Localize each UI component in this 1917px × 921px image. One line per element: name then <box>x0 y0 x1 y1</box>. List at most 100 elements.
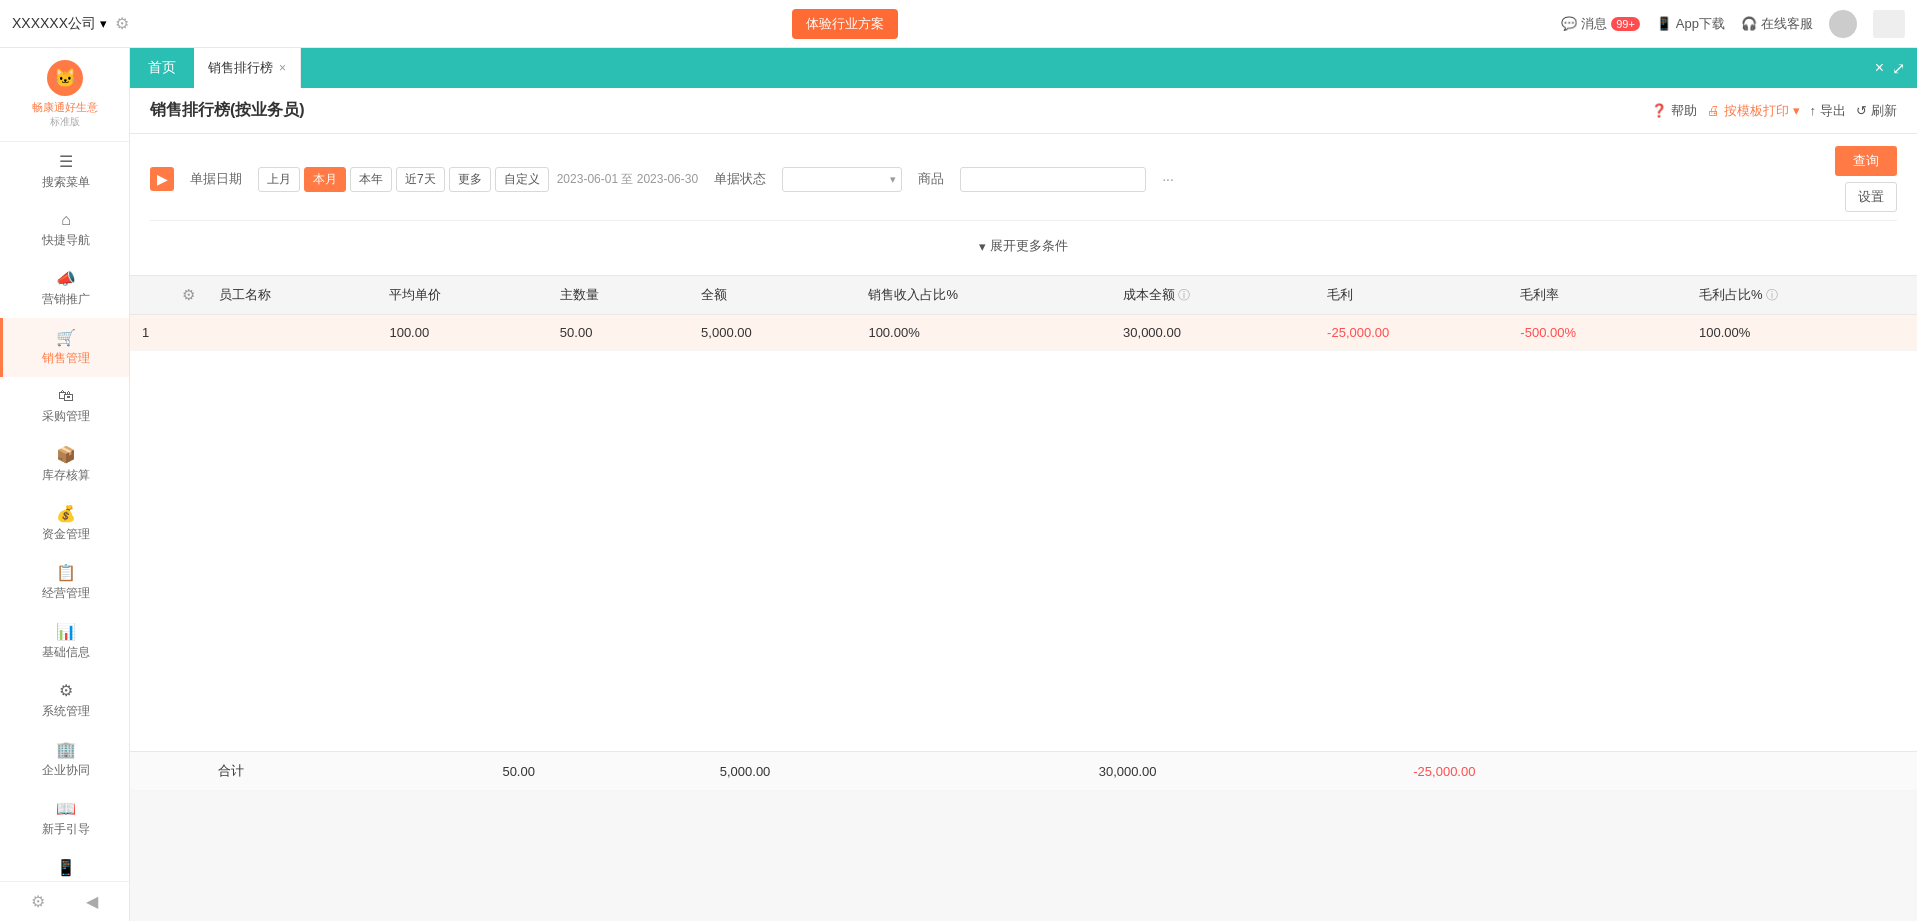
total-empty-1 <box>130 752 170 791</box>
date-btn-last-7-days[interactable]: 近7天 <box>396 167 445 192</box>
top-bar-left: XXXXXX公司 ▾ ⚙ <box>12 14 129 33</box>
sidebar-item-quick-nav[interactable]: ⌂ 快捷导航 <box>0 201 129 259</box>
th-settings[interactable]: ⚙ <box>170 276 207 315</box>
top-bar-right: 💬 消息 99+ 📱 App下载 🎧 在线客服 <box>1561 10 1905 38</box>
sidebar-item-marketing[interactable]: 📣 营销推广 <box>0 259 129 318</box>
export-action[interactable]: ↑ 导出 <box>1810 102 1847 120</box>
goods-input[interactable] <box>960 167 1146 192</box>
data-table: ⚙ 员工名称 平均单价 主数量 全额 销售收入占比% 成本全额ⓘ 毛利 <box>130 276 1917 351</box>
user-name-area[interactable] <box>1873 10 1905 38</box>
purchase-icon: 🛍 <box>58 387 74 405</box>
help-action[interactable]: ❓ 帮助 <box>1651 102 1697 120</box>
sidebar-item-system[interactable]: ⚙ 系统管理 <box>0 671 129 730</box>
headset-icon: 🎧 <box>1741 16 1757 31</box>
cost-info-icon[interactable]: ⓘ <box>1178 288 1190 302</box>
sidebar-item-operations[interactable]: 📋 经营管理 <box>0 553 129 612</box>
settings-button[interactable]: 设置 <box>1845 182 1897 212</box>
sidebar-item-apps[interactable]: 📱 应用中心 <box>0 848 129 881</box>
date-btn-current-year[interactable]: 本年 <box>350 167 392 192</box>
tab-close-icon[interactable]: × <box>279 61 286 75</box>
message-item[interactable]: 💬 消息 99+ <box>1561 15 1640 33</box>
total-empty-2 <box>170 752 206 791</box>
experience-button[interactable]: 体验行业方案 <box>792 9 898 39</box>
company-selector[interactable]: XXXXXX公司 ▾ <box>12 15 107 33</box>
cell-sales-pct: 100.00% <box>856 315 1111 351</box>
tab-bar: 首页 销售排行榜 × × ⤢ <box>130 48 1917 88</box>
sidebar-item-inventory[interactable]: 📦 库存核算 <box>0 435 129 494</box>
sidebar-item-label: 企业协同 <box>42 762 90 779</box>
gross-pct-info-icon[interactable]: ⓘ <box>1766 288 1778 302</box>
cell-employee-name <box>207 315 377 351</box>
filter-right-btns: 查询 设置 <box>1835 146 1897 212</box>
date-btn-last-month[interactable]: 上月 <box>258 167 300 192</box>
online-service-item[interactable]: 🎧 在线客服 <box>1741 15 1813 33</box>
sales-icon: 🛒 <box>56 328 76 347</box>
tab-maximize-icon[interactable]: ⤢ <box>1892 59 1905 78</box>
tab-sales-ranking[interactable]: 销售排行榜 × <box>194 48 301 88</box>
date-btn-custom[interactable]: 自定义 <box>495 167 549 192</box>
col-settings-icon[interactable]: ⚙ <box>182 286 195 303</box>
sidebar-collapse-icon[interactable]: ◀ <box>86 892 98 911</box>
sidebar-item-enterprise[interactable]: 🏢 企业协同 <box>0 730 129 789</box>
table-body: 1 100.00 50.00 5,000.00 100.00% 30,000.0… <box>130 315 1917 351</box>
refresh-label: 刷新 <box>1871 102 1897 120</box>
guide-icon: 📖 <box>56 799 76 818</box>
query-button[interactable]: 查询 <box>1835 146 1897 176</box>
content-area: 首页 销售排行榜 × × ⤢ 销售排行榜(按业务员) <box>130 48 1917 921</box>
inventory-icon: 📦 <box>56 445 76 464</box>
refresh-action[interactable]: ↺ 刷新 <box>1856 102 1897 120</box>
message-icon: 💬 <box>1561 16 1577 31</box>
search-menu-icon: ☰ <box>59 152 73 171</box>
total-sales-pct <box>994 752 1086 791</box>
home-icon: ⌂ <box>61 211 71 229</box>
tab-home[interactable]: 首页 <box>130 48 194 88</box>
sidebar-item-label: 搜索菜单 <box>42 174 90 191</box>
finance-icon: 💰 <box>56 504 76 523</box>
sidebar-item-label: 库存核算 <box>42 467 90 484</box>
sidebar-item-sales[interactable]: 🛒 销售管理 <box>0 318 129 377</box>
cell-avg-price: 100.00 <box>377 315 547 351</box>
table-header: ⚙ 员工名称 平均单价 主数量 全额 销售收入占比% 成本全额ⓘ 毛利 <box>130 276 1917 315</box>
main-area: 🐱 畅康通好生意 标准版 ☰ 搜索菜单 ⌂ 快捷导航 📣 营销推广 � <box>0 48 1917 921</box>
help-label: 帮助 <box>1671 102 1697 120</box>
th-amount: 全额 <box>689 276 856 315</box>
filter-collapse-button[interactable]: ▶ <box>150 167 174 191</box>
app-download-item[interactable]: 📱 App下载 <box>1656 15 1725 33</box>
page-title: 销售排行榜(按业务员) <box>150 100 305 121</box>
settings-icon[interactable]: ⚙ <box>115 14 129 33</box>
top-bar-center: 体验行业方案 <box>129 9 1561 39</box>
expand-more-button[interactable]: ▾ 展开更多条件 <box>979 233 1068 259</box>
total-label: 合计 <box>206 752 398 791</box>
total-gross-pct <box>1825 752 1917 791</box>
sidebar: 🐱 畅康通好生意 标准版 ☰ 搜索菜单 ⌂ 快捷导航 📣 营销推广 � <box>0 48 130 921</box>
sidebar-item-basic[interactable]: 📊 基础信息 <box>0 612 129 671</box>
filter-more-icon[interactable]: ··· <box>1162 171 1174 187</box>
sidebar-item-search[interactable]: ☰ 搜索菜单 <box>0 142 129 201</box>
date-btn-more[interactable]: 更多 <box>449 167 491 192</box>
total-row-area: 合计 50.00 5,000.00 30,000.00 -25,000.00 <box>130 751 1917 791</box>
th-quantity: 主数量 <box>548 276 689 315</box>
print-action[interactable]: 🖨 按模板打印 ▾ <box>1707 102 1800 120</box>
cell-gross: -25,000.00 <box>1315 315 1508 351</box>
top-bar: XXXXXX公司 ▾ ⚙ 体验行业方案 💬 消息 99+ 📱 App下载 🎧 在… <box>0 0 1917 48</box>
sidebar-item-label: 资金管理 <box>42 526 90 543</box>
th-gross: 毛利 <box>1315 276 1508 315</box>
apps-icon: 📱 <box>56 858 76 877</box>
sidebar-settings-icon[interactable]: ⚙ <box>31 892 45 911</box>
date-btn-current-month[interactable]: 本月 <box>304 167 346 192</box>
sidebar-item-purchase[interactable]: 🛍 采购管理 <box>0 377 129 435</box>
sidebar-item-finance[interactable]: 💰 资金管理 <box>0 494 129 553</box>
sidebar-item-guide[interactable]: 📖 新手引导 <box>0 789 129 848</box>
tab-close-window-icon[interactable]: × <box>1875 59 1884 77</box>
status-select[interactable] <box>782 167 902 192</box>
sidebar-item-label: 营销推广 <box>42 291 90 308</box>
filter-area: ▶ 单据日期 上月 本月 本年 近7天 更多 自定义 2023-06-01 至 … <box>130 134 1917 276</box>
tab-label: 销售排行榜 <box>208 59 273 77</box>
sidebar-item-label: 采购管理 <box>42 408 90 425</box>
sidebar-item-label: 新手引导 <box>42 821 90 838</box>
app-download-label: App下载 <box>1676 15 1725 33</box>
online-service-label: 在线客服 <box>1761 15 1813 33</box>
company-name: XXXXXX公司 <box>12 15 96 33</box>
user-avatar[interactable] <box>1829 10 1857 38</box>
page-header: 销售排行榜(按业务员) ❓ 帮助 🖨 按模板打印 ▾ ↑ <box>130 88 1917 134</box>
